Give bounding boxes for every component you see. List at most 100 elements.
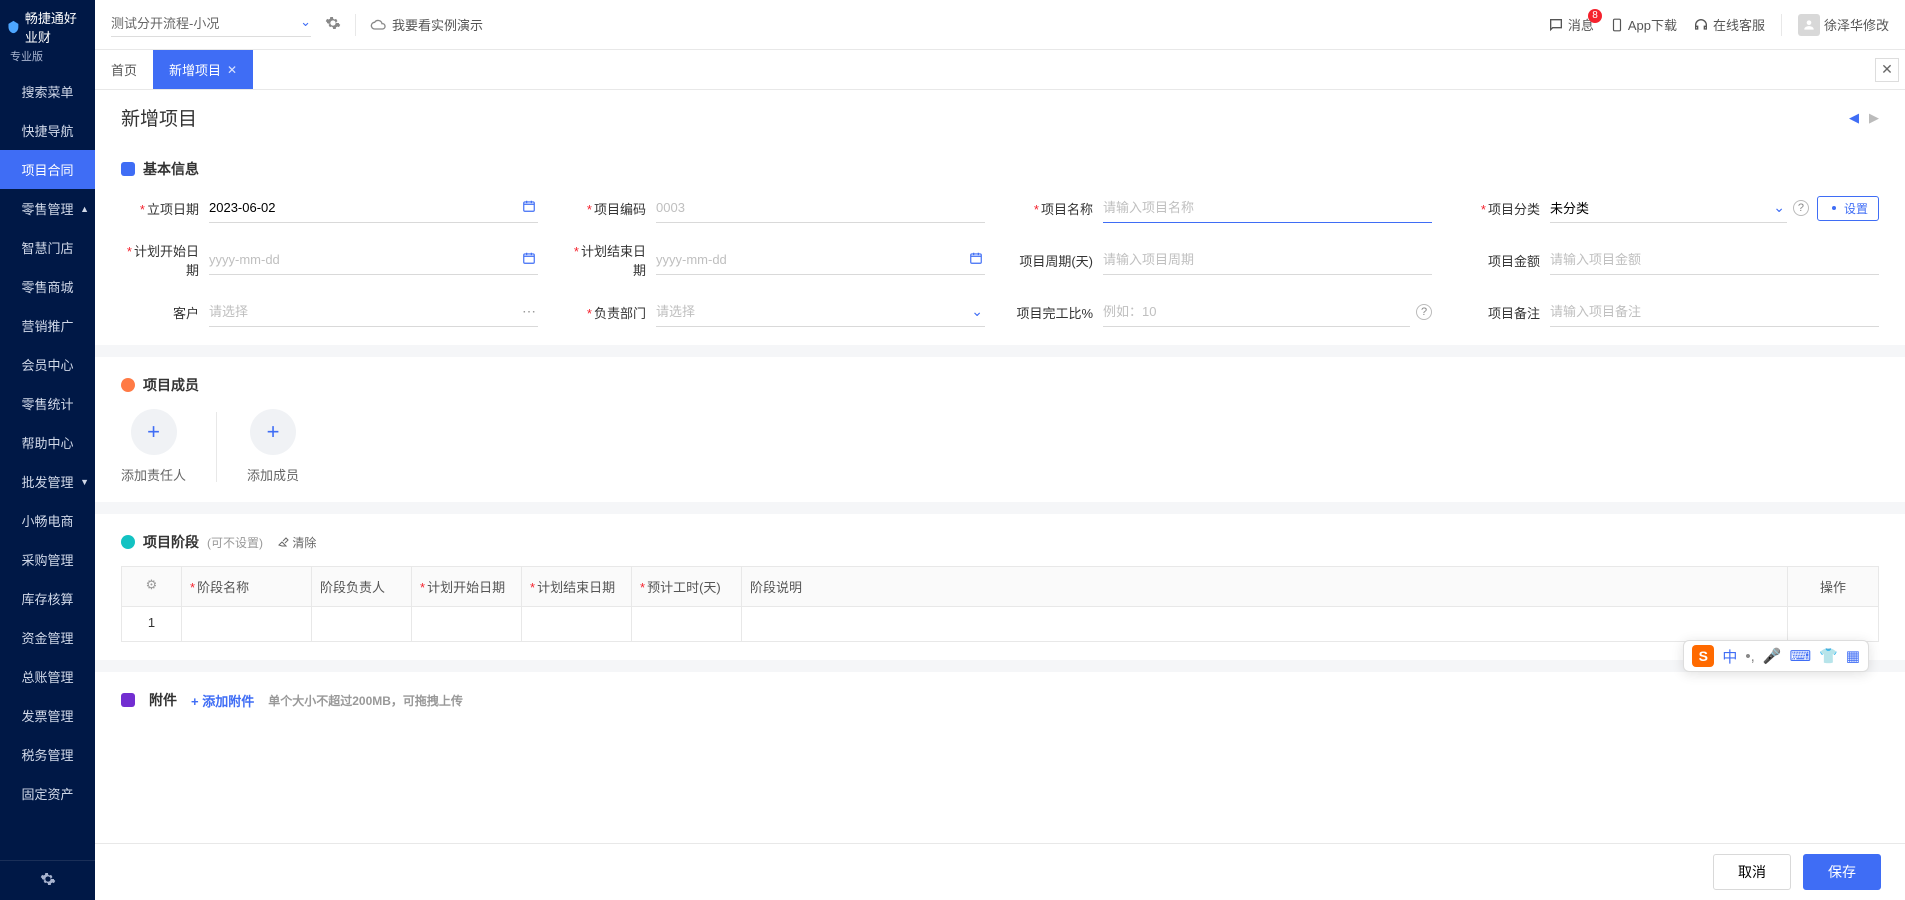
section-stages: 项目阶段 (可不设置) 清除 ⚙ *阶段名称 阶段负责人 *计划开始日期 *计划… [95, 502, 1905, 660]
footer: 取消 保存 [95, 843, 1905, 900]
stage-start-cell[interactable] [412, 607, 522, 641]
page-content: 新增项目 ◀ ▶ 基本信息 *立项日期 [95, 90, 1905, 900]
avatar-icon [1798, 14, 1820, 36]
stage-desc-cell[interactable] [742, 607, 1788, 641]
ime-grid-icon[interactable]: ▦ [1846, 647, 1860, 665]
sidebar-item-4[interactable]: 智慧门店 [0, 228, 95, 267]
table-row[interactable]: 1 [122, 607, 1878, 641]
close-icon[interactable]: ✕ [227, 63, 237, 77]
completion-input[interactable] [1103, 298, 1410, 325]
logo: 畅捷通好业财 [0, 0, 95, 48]
cloud-icon [370, 17, 386, 33]
workspace-settings-icon[interactable] [325, 15, 341, 34]
ime-mic-icon[interactable]: 🎤 [1763, 647, 1782, 665]
calendar-icon[interactable] [520, 251, 538, 268]
sidebar-item-17[interactable]: 税务管理 [0, 735, 95, 774]
workspace-selector[interactable]: 测试分开流程-小况 ⌄ [111, 13, 311, 37]
calendar-icon[interactable] [967, 251, 985, 268]
tab-new-project[interactable]: 新增项目 ✕ [153, 50, 253, 89]
chevron-down-icon[interactable]: ⌄ [1771, 199, 1787, 216]
project-code-input[interactable] [656, 194, 985, 221]
messages-button[interactable]: 消息 8 [1548, 15, 1594, 34]
customer-select[interactable] [209, 298, 520, 325]
demo-link[interactable]: 我要看实例演示 [370, 15, 483, 34]
clear-stages-button[interactable]: 清除 [277, 534, 316, 551]
brand-edition: 专业版 [0, 48, 95, 72]
add-member-button[interactable]: + [250, 409, 296, 455]
section-title: 项目成员 [143, 375, 199, 395]
cancel-button[interactable]: 取消 [1713, 854, 1791, 890]
save-button[interactable]: 保存 [1803, 854, 1881, 890]
ime-skin-icon[interactable]: 👕 [1819, 647, 1838, 665]
topbar: 测试分开流程-小况 ⌄ 我要看实例演示 消息 8 App下载 [95, 0, 1905, 50]
sidebar-item-11[interactable]: 小畅电商 [0, 501, 95, 540]
sidebar-item-10[interactable]: 批发管理▼ [0, 462, 95, 501]
table-header: ⚙ *阶段名称 阶段负责人 *计划开始日期 *计划结束日期 *预计工时(天) 阶… [122, 567, 1878, 607]
section-attachments: 附件 + 添加附件 单个大小不超过200MB，可拖拽上传 [95, 660, 1905, 742]
separator [355, 14, 356, 36]
support-button[interactable]: 在线客服 [1693, 15, 1765, 34]
add-owner-label: 添加责任人 [121, 465, 186, 484]
section-title: 附件 [149, 690, 177, 710]
sidebar-item-5[interactable]: 零售商城 [0, 267, 95, 306]
stage-name-cell[interactable] [182, 607, 312, 641]
close-all-tabs-button[interactable]: ✕ [1875, 58, 1899, 82]
calendar-icon[interactable] [520, 199, 538, 216]
project-category-select[interactable] [1550, 194, 1771, 221]
ime-toolbar[interactable]: S 中 •, 🎤 ⌨ 👕 ▦ [1683, 640, 1869, 672]
department-select[interactable] [656, 298, 969, 325]
sidebar-item-9[interactable]: 帮助中心 [0, 423, 95, 462]
category-settings-button[interactable]: 设置 [1817, 196, 1879, 221]
add-owner-button[interactable]: + [131, 409, 177, 455]
sidebar-item-18[interactable]: 固定资产 [0, 774, 95, 813]
row-index: 1 [122, 607, 182, 641]
sidebar-item-1[interactable]: 快捷导航 [0, 111, 95, 150]
project-date-input[interactable] [209, 194, 520, 221]
sidebar-item-3[interactable]: 零售管理▲ [0, 189, 95, 228]
separator [1781, 14, 1782, 36]
section-icon [121, 162, 135, 176]
stage-ops-cell[interactable] [1788, 607, 1878, 641]
ime-punct-icon[interactable]: •, [1745, 648, 1754, 665]
sidebar-item-7[interactable]: 会员中心 [0, 345, 95, 384]
sidebar-item-14[interactable]: 资金管理 [0, 618, 95, 657]
user-menu[interactable]: 徐泽华修改 [1798, 14, 1889, 36]
gear-icon [1828, 202, 1840, 214]
tab-home[interactable]: 首页 [95, 50, 153, 89]
sidebar-item-15[interactable]: 总账管理 [0, 657, 95, 696]
gear-icon[interactable]: ⚙ [146, 577, 158, 592]
sidebar-item-12[interactable]: 采购管理 [0, 540, 95, 579]
project-period-input[interactable] [1103, 246, 1432, 273]
sidebar-settings-icon[interactable] [0, 860, 95, 900]
message-badge: 8 [1588, 9, 1602, 23]
plan-end-input[interactable] [656, 246, 967, 273]
stage-end-cell[interactable] [522, 607, 632, 641]
prev-record-button[interactable]: ◀ [1849, 110, 1859, 126]
plan-start-input[interactable] [209, 246, 520, 273]
next-record-button[interactable]: ▶ [1869, 110, 1879, 126]
sidebar-item-0[interactable]: 搜索菜单 [0, 72, 95, 111]
app-download-button[interactable]: App下载 [1610, 15, 1677, 34]
sogou-icon: S [1692, 645, 1714, 667]
sidebar-item-2[interactable]: 项目合同 [0, 150, 95, 189]
more-icon[interactable]: ⋯ [520, 303, 538, 320]
stages-table: ⚙ *阶段名称 阶段负责人 *计划开始日期 *计划结束日期 *预计工时(天) 阶… [121, 566, 1879, 642]
sidebar-item-8[interactable]: 零售统计 [0, 384, 95, 423]
sidebar-item-6[interactable]: 营销推广 [0, 306, 95, 345]
stage-hours-cell[interactable] [632, 607, 742, 641]
project-amount-input[interactable] [1550, 246, 1879, 273]
chevron-down-icon: ⌄ [300, 14, 311, 30]
stage-owner-cell[interactable] [312, 607, 412, 641]
sidebar-item-13[interactable]: 库存核算 [0, 579, 95, 618]
ime-lang[interactable]: 中 [1722, 646, 1737, 667]
project-name-input[interactable] [1103, 194, 1432, 221]
chevron-down-icon[interactable]: ⌄ [969, 303, 985, 320]
arrow-icon: ▼ [80, 477, 89, 487]
ime-keyboard-icon[interactable]: ⌨ [1789, 647, 1811, 665]
help-icon[interactable]: ? [1793, 200, 1809, 216]
help-icon[interactable]: ? [1416, 304, 1432, 320]
sidebar-item-16[interactable]: 发票管理 [0, 696, 95, 735]
remark-input[interactable] [1550, 298, 1879, 325]
eraser-icon [277, 536, 289, 548]
add-attachment-button[interactable]: + 添加附件 [191, 691, 254, 710]
